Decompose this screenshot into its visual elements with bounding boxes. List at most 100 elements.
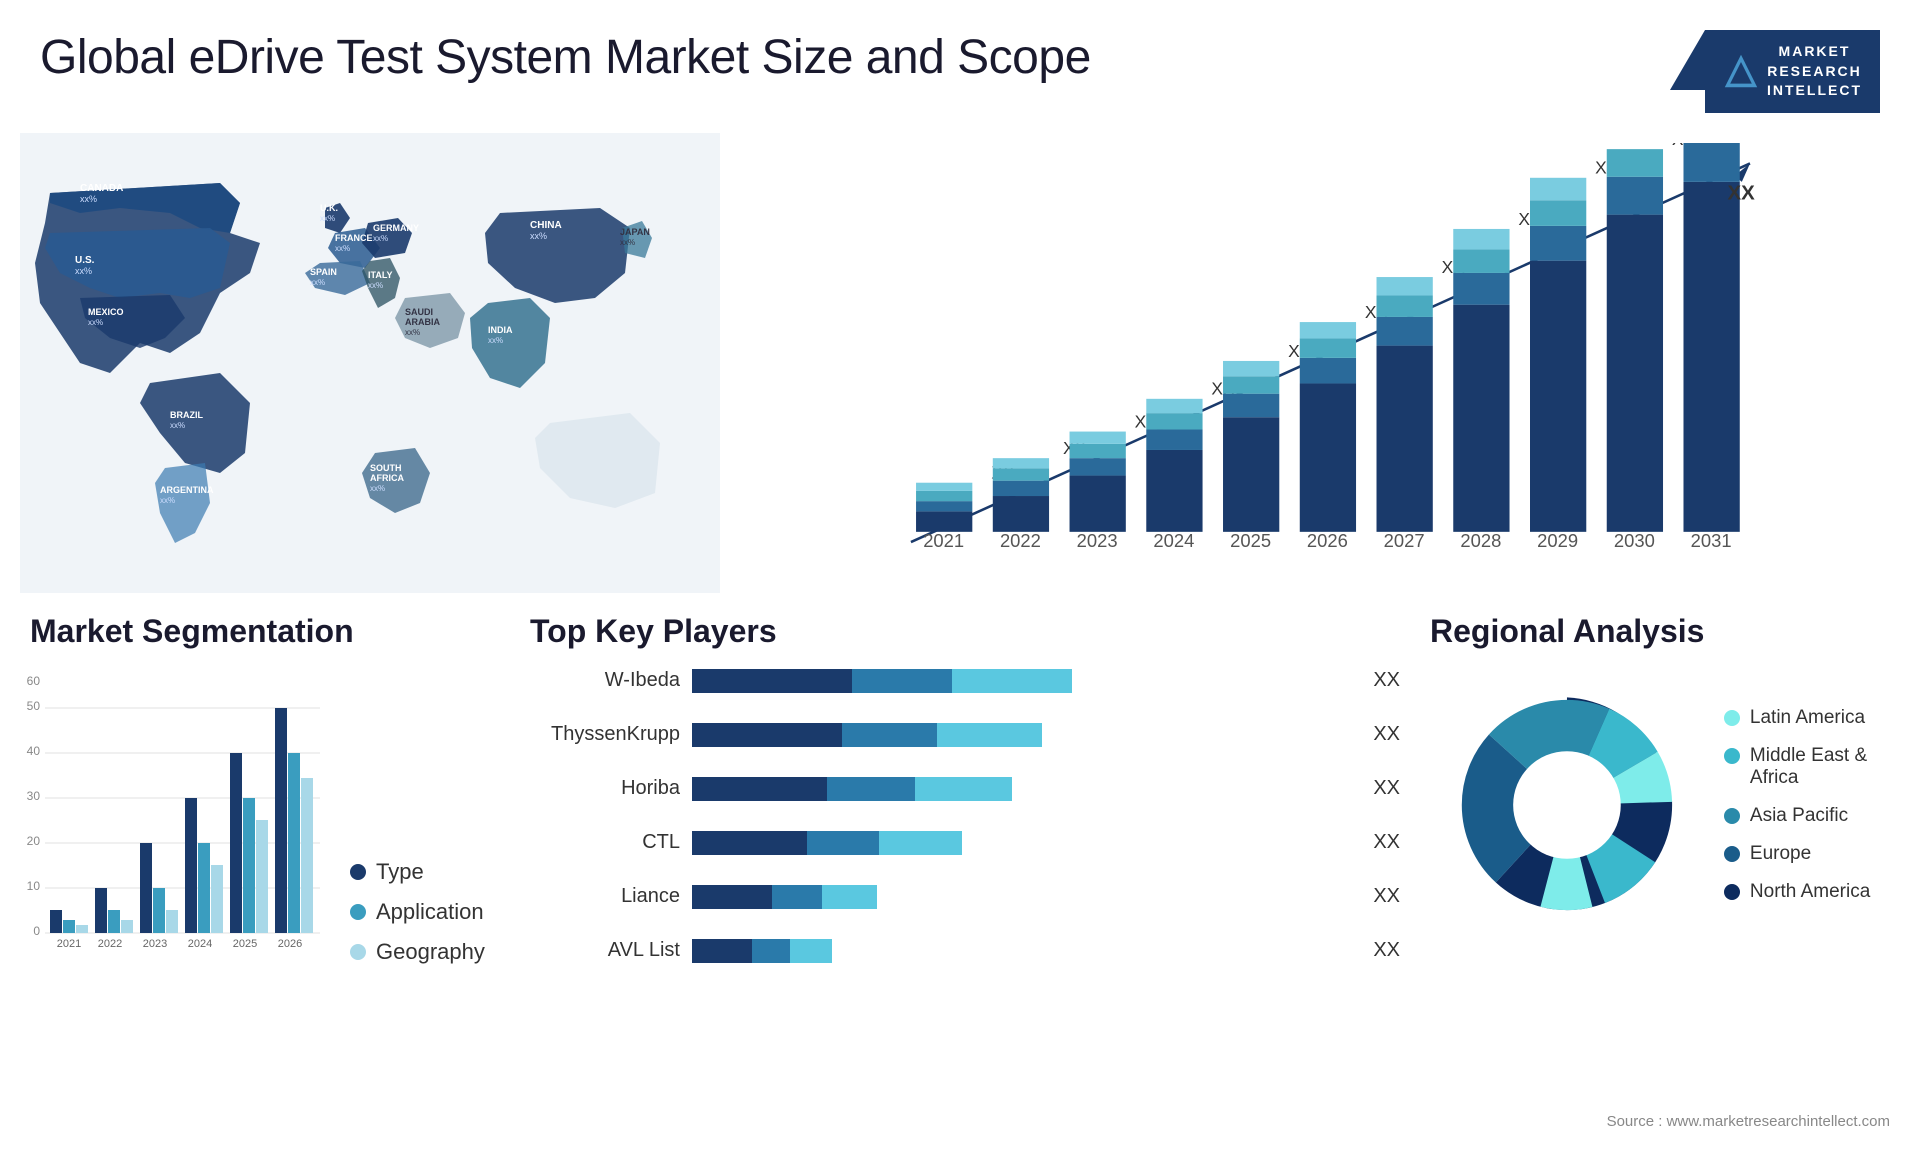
legend-middle-east-africa: Middle East & Africa <box>1724 745 1900 789</box>
player-name-wibeda: W-Ibeda <box>520 669 680 692</box>
svg-text:2026: 2026 <box>278 938 302 950</box>
svg-text:0: 0 <box>33 924 40 938</box>
svg-text:2028: 2028 <box>1460 530 1501 551</box>
svg-text:MEXICO: MEXICO <box>88 307 124 317</box>
growth-bar-chart: 2021 XX 2022 XX 2023 XX 2024 XX <box>750 143 1870 583</box>
svg-text:CANADA: CANADA <box>80 183 123 194</box>
player-xx-avl: XX <box>1373 939 1400 962</box>
svg-text:xx%: xx% <box>335 244 350 253</box>
svg-text:10: 10 <box>27 879 41 893</box>
asia-pacific-dot <box>1724 808 1740 824</box>
player-name-thyssen: ThyssenKrupp <box>520 723 680 746</box>
svg-text:U.K.: U.K. <box>320 203 338 213</box>
page-title: Global eDrive Test System Market Size an… <box>40 30 1091 85</box>
asia-pacific-label: Asia Pacific <box>1750 805 1848 827</box>
svg-text:2024: 2024 <box>1153 530 1194 551</box>
player-bar-ctl <box>692 827 1353 859</box>
regional-analysis-section: Regional Analysis <box>1420 613 1900 1163</box>
legend-application-label: Application <box>376 899 484 925</box>
donut-chart <box>1430 665 1704 945</box>
logo-line2: RESEARCH <box>1767 62 1862 82</box>
latin-america-label: Latin America <box>1750 707 1865 729</box>
svg-text:xx%: xx% <box>75 266 92 276</box>
application-dot <box>350 904 366 920</box>
type-dot <box>350 864 366 880</box>
players-list: W-Ibeda XX ThyssenKrupp <box>520 665 1400 967</box>
logo-area: MARKET RESEARCH INTELLECT <box>1705 30 1880 113</box>
svg-text:xx%: xx% <box>373 234 388 243</box>
world-map: CANADA xx% U.S. xx% MEXICO xx% BRAZIL xx… <box>20 123 720 603</box>
svg-text:SOUTH: SOUTH <box>370 463 402 473</box>
player-row-wibeda: W-Ibeda XX <box>520 665 1400 697</box>
svg-text:AFRICA: AFRICA <box>370 473 404 483</box>
donut-chart-area: Latin America Middle East & Africa Asia … <box>1420 665 1900 945</box>
player-bar-wibeda <box>692 665 1353 697</box>
svg-text:2025: 2025 <box>233 938 257 950</box>
seg-legend: Type Application Geography <box>350 839 485 965</box>
svg-text:30: 30 <box>27 789 41 803</box>
svg-text:xx%: xx% <box>310 278 325 287</box>
svg-text:2024: 2024 <box>188 938 212 950</box>
svg-text:2022: 2022 <box>1000 530 1041 551</box>
europe-label: Europe <box>1750 843 1811 865</box>
svg-text:xx%: xx% <box>405 328 420 337</box>
player-row-horiba: Horiba XX <box>520 773 1400 805</box>
svg-text:xx%: xx% <box>170 421 185 430</box>
north-america-label: North America <box>1750 881 1870 903</box>
svg-text:xx%: xx% <box>160 496 175 505</box>
svg-text:60: 60 <box>27 674 41 688</box>
svg-text:2022: 2022 <box>98 938 122 950</box>
top-content: CANADA xx% U.S. xx% MEXICO xx% BRAZIL xx… <box>0 123 1920 603</box>
svg-text:2031: 2031 <box>1691 530 1732 551</box>
logo-line1: MARKET <box>1767 42 1862 62</box>
player-xx-liance: XX <box>1373 885 1400 908</box>
europe-dot <box>1724 846 1740 862</box>
player-row-thyssen: ThyssenKrupp XX <box>520 719 1400 751</box>
svg-text:2030: 2030 <box>1614 530 1655 551</box>
player-xx-wibeda: XX <box>1373 669 1400 692</box>
legend-geography: Geography <box>350 939 485 965</box>
svg-text:BRAZIL: BRAZIL <box>170 410 203 420</box>
header: Global eDrive Test System Market Size an… <box>0 0 1920 123</box>
svg-text:2023: 2023 <box>143 938 167 950</box>
map-section: CANADA xx% U.S. xx% MEXICO xx% BRAZIL xx… <box>20 123 720 603</box>
key-players-title: Top Key Players <box>520 613 1400 650</box>
svg-text:ITALY: ITALY <box>368 270 393 280</box>
middle-east-africa-label: Middle East & Africa <box>1750 745 1900 789</box>
svg-text:xx%: xx% <box>620 238 635 247</box>
logo-box: MARKET RESEARCH INTELLECT <box>1705 30 1880 113</box>
legend-asia-pacific: Asia Pacific <box>1724 805 1900 827</box>
svg-text:2027: 2027 <box>1384 530 1425 551</box>
legend-geography-label: Geography <box>376 939 485 965</box>
legend-latin-america: Latin America <box>1724 707 1900 729</box>
middle-east-africa-dot <box>1724 748 1740 764</box>
player-bar-horiba <box>692 773 1353 805</box>
svg-text:FRANCE: FRANCE <box>335 233 373 243</box>
player-name-avl: AVL List <box>520 939 680 962</box>
svg-text:20: 20 <box>27 834 41 848</box>
svg-text:INDIA: INDIA <box>488 325 513 335</box>
player-xx-ctl: XX <box>1373 831 1400 854</box>
player-row-avl: AVL List XX <box>520 935 1400 967</box>
source-attribution: Source : www.marketresearchintellect.com <box>1607 1113 1890 1131</box>
seg-chart-area: 0 10 20 30 40 50 60 2021 <box>20 665 500 965</box>
regional-title: Regional Analysis <box>1420 613 1900 650</box>
player-name-ctl: CTL <box>520 831 680 854</box>
source-text: Source : www.marketresearchintellect.com <box>1607 1113 1890 1130</box>
svg-text:SPAIN: SPAIN <box>310 267 337 277</box>
market-segmentation-section: Market Segmentation 0 10 20 30 40 50 60 <box>20 613 500 1163</box>
svg-text:2021: 2021 <box>57 938 81 950</box>
svg-text:XX: XX <box>1727 181 1755 204</box>
player-bar-avl <box>692 935 1353 967</box>
legend-type: Type <box>350 859 485 885</box>
svg-text:2029: 2029 <box>1537 530 1578 551</box>
svg-text:xx%: xx% <box>368 281 383 290</box>
regional-legend: Latin America Middle East & Africa Asia … <box>1724 707 1900 903</box>
latin-america-dot <box>1724 710 1740 726</box>
svg-text:xx%: xx% <box>88 318 103 327</box>
player-bar-thyssen <box>692 719 1353 751</box>
svg-text:2023: 2023 <box>1077 530 1118 551</box>
svg-text:2026: 2026 <box>1307 530 1348 551</box>
bottom-section: Market Segmentation 0 10 20 30 40 50 60 <box>0 603 1920 1163</box>
svg-text:U.S.: U.S. <box>75 255 95 266</box>
